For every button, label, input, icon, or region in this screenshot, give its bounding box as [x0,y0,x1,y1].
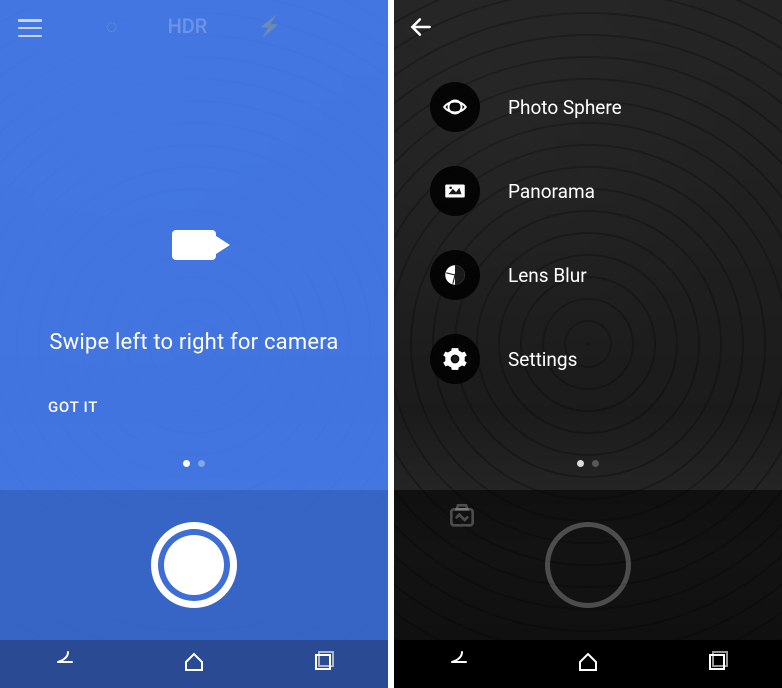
back-nav-icon[interactable] [447,650,471,678]
onboarding-content: Swipe left to right for camera [0,230,388,355]
menu-item-settings[interactable]: Settings [430,334,746,384]
menu-item-label: Settings [508,348,577,371]
page-indicator [0,460,388,467]
android-navbar [0,640,388,688]
recents-nav-icon[interactable] [311,650,335,678]
switch-camera-icon[interactable] [446,500,478,532]
shutter-area [394,490,782,640]
top-bar: ◌ HDR ⚡ [0,0,388,56]
home-nav-icon[interactable] [576,650,600,678]
back-nav-icon[interactable] [53,650,77,678]
page-dot-inactive [198,460,205,467]
panorama-icon [430,166,480,216]
menu-item-lens-blur[interactable]: Lens Blur [430,250,746,300]
got-it-button[interactable]: GOT IT [48,398,98,416]
shutter-button[interactable] [545,522,631,608]
recents-nav-icon[interactable] [705,650,729,678]
android-navbar [394,640,782,688]
page-indicator [394,460,782,467]
menu-item-panorama[interactable]: Panorama [430,166,746,216]
home-nav-icon[interactable] [182,650,206,678]
menu-item-photo-sphere[interactable]: Photo Sphere [430,82,746,132]
hdr-toggle[interactable]: HDR [168,14,208,39]
page-dot-inactive [592,460,599,467]
camera-controls-row: ◌ HDR ⚡ [0,14,388,39]
menu-item-label: Photo Sphere [508,96,622,119]
shutter-button[interactable] [151,522,237,608]
shutter-area [0,490,388,640]
screenshot-left: ◌ HDR ⚡ Swipe left to right for camera G… [0,0,388,688]
gear-icon [430,334,480,384]
back-arrow-icon[interactable] [408,14,434,44]
page-dot-active [183,460,190,467]
menu-item-label: Panorama [508,180,595,203]
photo-sphere-icon [430,82,480,132]
lens-blur-icon [430,250,480,300]
video-camera-icon [172,230,216,260]
flash-icon[interactable]: ⚡ [257,14,282,39]
onboarding-hint-text: Swipe left to right for camera [49,330,338,355]
page-dot-active [577,460,584,467]
screenshot-right: Photo Sphere Panorama [394,0,782,688]
capture-mode-menu: Photo Sphere Panorama [430,82,746,384]
timer-icon[interactable]: ◌ [106,14,118,39]
menu-item-label: Lens Blur [508,264,587,287]
